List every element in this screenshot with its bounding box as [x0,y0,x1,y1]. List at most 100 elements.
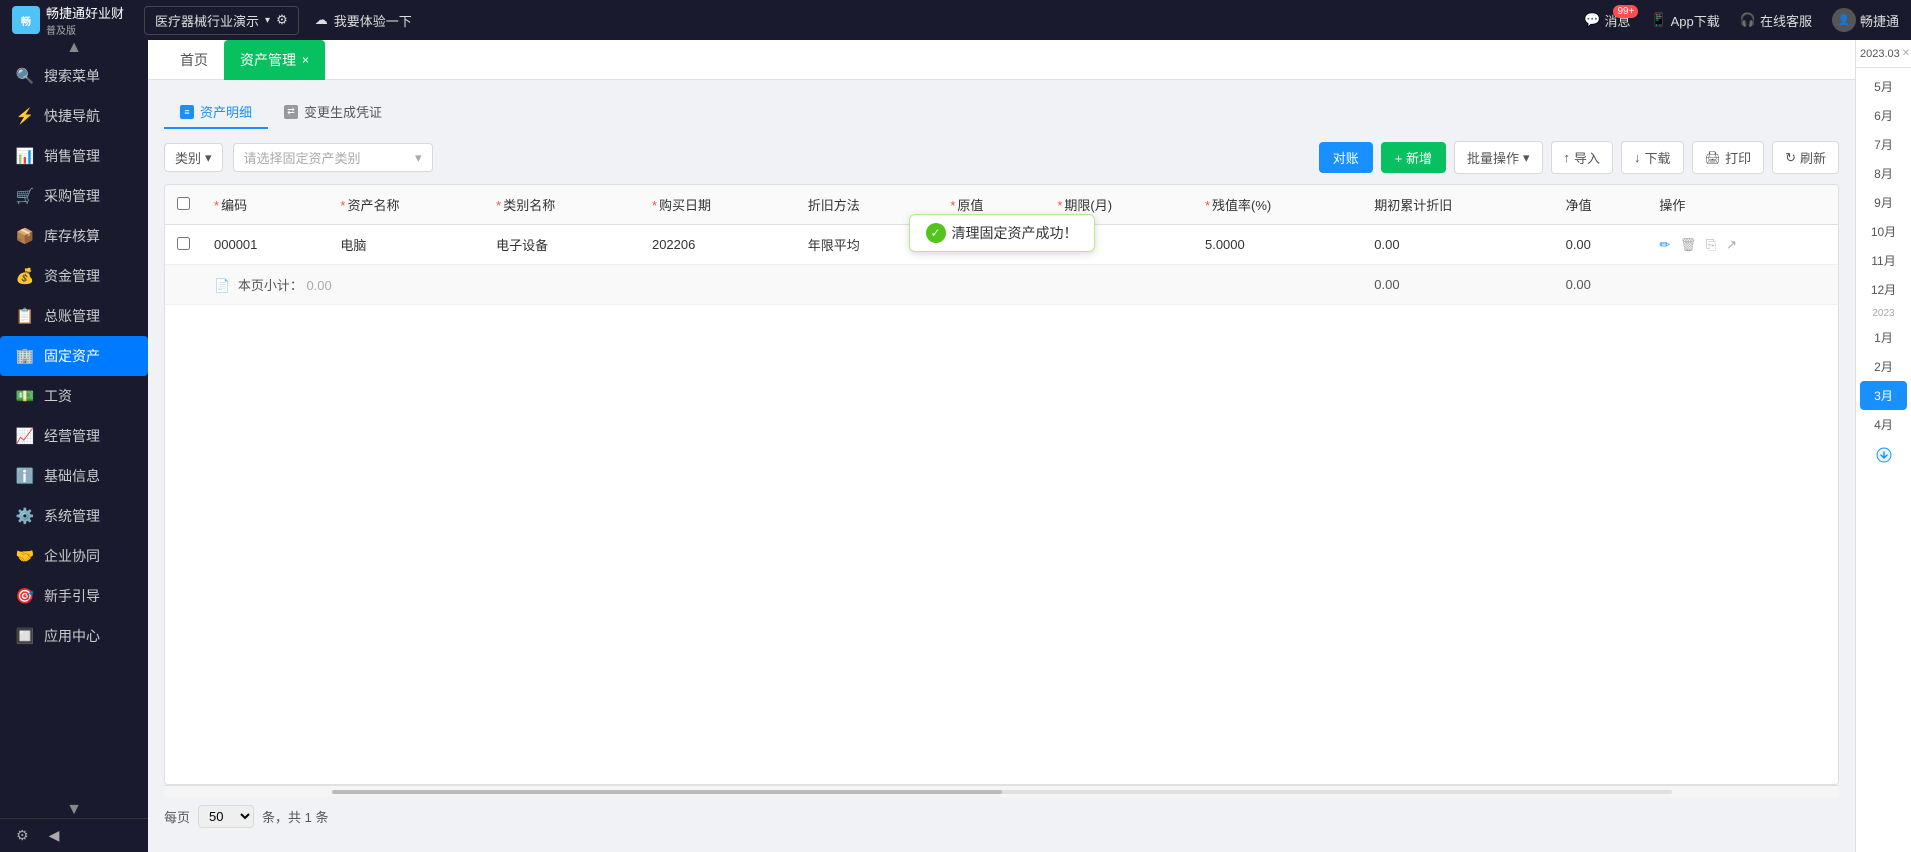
quick-nav-icon: ⚡ [16,107,34,125]
col-asset-name: *资产名称 [328,185,484,225]
sidebar-item-operations[interactable]: 📈 经营管理 [0,416,148,456]
topbar-right: 💬 消息 99+ 📱 App下载 🎧 在线客服 👤 畅捷通 [1584,8,1899,32]
sidebar-item-payroll[interactable]: 💵 工资 [0,376,148,416]
tab-home[interactable]: 首页 [164,40,224,80]
category-filter-dropdown[interactable]: 请选择固定资产类别 ▾ [233,143,433,172]
app-name: 畅捷通好业财 [46,3,124,22]
sidebar-item-search[interactable]: 🔍 搜索菜单 [0,56,148,96]
content-area: 首页 资产管理 × ≡ 资产明细 ⇄ 变更生成凭证 [148,40,1855,852]
cell-row-actions: ✏ 🗑 ⎘ ↗ [1647,225,1838,265]
timeline-month-2[interactable]: 2月 [1856,352,1911,381]
sidebar-item-inventory[interactable]: 📦 库存核算 [0,216,148,256]
sidebar-item-system[interactable]: ⚙️ 系统管理 [0,496,148,536]
timeline-month-5[interactable]: 5月 [1856,72,1911,101]
sidebar-scroll-up[interactable]: ▲ [0,40,148,56]
refresh-btn[interactable]: ↻ 刷新 [1772,141,1839,174]
sidebar-item-label: 企业协同 [44,546,100,566]
sub-tab-change-voucher[interactable]: ⇄ 变更生成凭证 [268,96,398,129]
timeline-month-12[interactable]: 12月 [1856,275,1911,304]
sidebar-item-label: 销售管理 [44,146,100,166]
download-btn[interactable]: ↓ 下载 [1621,141,1684,174]
sub-tab-asset-detail[interactable]: ≡ 资产明细 [164,96,268,129]
sidebar-item-label: 快捷导航 [44,106,100,126]
delete-icon[interactable]: 🗑 [1680,237,1697,252]
subtotal-net: 0.00 [1554,265,1648,305]
system-icon: ⚙️ [16,507,34,525]
sidebar-item-fixed-assets[interactable]: 🏢 固定资产 [0,336,148,376]
cell-net-value: 0.00 [1554,225,1648,265]
col-code: *编码 [202,185,328,225]
cell-code: 000001 [202,225,328,265]
timeline-month-11[interactable]: 11月 [1856,246,1911,275]
timeline-scroll-down-btn[interactable] [1876,447,1892,468]
sub-tab-label: 资产明细 [200,102,252,121]
sidebar-item-guide[interactable]: 🎯 新手引导 [0,576,148,616]
toast-container: ✓ 清理固定资产成功！ [909,214,1095,252]
download-icon: ↓ [1634,150,1641,165]
row-checkbox[interactable] [177,237,190,250]
app-edition: 普及版 [46,22,124,37]
timeline-month-10[interactable]: 10月 [1856,217,1911,246]
company-name: 医疗器械行业演示 [155,11,259,30]
balance-btn[interactable]: 对账 [1319,142,1373,173]
message-badge: 99+ [1613,5,1638,18]
toolbar: 类别 ▾ 请选择固定资产类别 ▾ 对账 + 新增 [164,141,1839,174]
timeline-month-6[interactable]: 6月 [1856,101,1911,130]
more-icon[interactable]: ↗ [1726,237,1737,252]
batch-btn[interactable]: 批量操作 ▾ [1454,141,1543,174]
sidebar-item-label: 系统管理 [44,506,100,526]
new-btn[interactable]: + 新增 [1381,142,1446,173]
sidebar-item-basic-info[interactable]: ℹ️ 基础信息 [0,456,148,496]
timeline-close-icon[interactable]: ✕ [1900,46,1911,61]
subtotal-icon: 📄 [214,278,230,293]
sidebar-item-sales[interactable]: 📊 销售管理 [0,136,148,176]
success-toast: ✓ 清理固定资产成功！ [909,214,1095,252]
timeline-header: 2023.03 ✕ ⤢ [1856,40,1911,68]
page-content: ≡ 资产明细 ⇄ 变更生成凭证 类别 ▾ 请选择固定资产类别 [148,80,1855,852]
timeline-month-7[interactable]: 7月 [1856,130,1911,159]
timeline-month-1[interactable]: 1月 [1856,323,1911,352]
category-filter-label[interactable]: 类别 ▾ [164,143,223,172]
user-profile[interactable]: 👤 畅捷通 [1832,8,1899,32]
tab-close-icon[interactable]: × [302,53,309,67]
print-btn[interactable]: 🖨 打印 [1692,141,1765,174]
sidebar-item-app-center[interactable]: 🔲 应用中心 [0,616,148,656]
tab-asset-management[interactable]: 资产管理 × [224,40,325,80]
edit-icon[interactable]: ✏ [1659,237,1670,252]
subtotal-original-value: 0.00 [306,278,331,293]
app-logo: 畅 畅捷通好业财 普及版 [12,3,124,37]
col-purchase-date: *购买日期 [640,185,796,225]
avatar: 👤 [1832,8,1856,32]
settings-icon[interactable]: ⚙ [276,12,288,28]
sidebar-scroll-down[interactable]: ▼ [0,802,148,818]
experience-btn[interactable]: ☁ 我要体验一下 [315,11,412,30]
timeline-month-3[interactable]: 3月 [1860,381,1907,410]
sidebar-item-label: 新手引导 [44,586,100,606]
sidebar-item-ledger[interactable]: 📋 总账管理 [0,296,148,336]
filter-chevron-icon: ▾ [205,150,212,166]
select-all-checkbox[interactable] [177,197,190,210]
page-size-select[interactable]: 50 100 200 [198,805,254,828]
cloud-icon: ☁ [315,12,328,28]
timeline-month-9[interactable]: 9月 [1856,188,1911,217]
company-selector[interactable]: 医疗器械行业演示 ▾ ⚙ [144,6,299,35]
sidebar-item-enterprise[interactable]: 🤝 企业协同 [0,536,148,576]
timeline-month-4[interactable]: 4月 [1856,410,1911,439]
sidebar-item-purchase[interactable]: 🛒 采购管理 [0,176,148,216]
sub-tabs: ≡ 资产明细 ⇄ 变更生成凭证 [164,96,1839,129]
sidebar-item-label: 总账管理 [44,306,100,326]
horizontal-scrollbar[interactable] [164,785,1839,797]
collapse-sidebar-icon[interactable]: ◀ [49,827,60,844]
online-service-btn[interactable]: 🎧 在线客服 [1740,11,1812,30]
import-btn[interactable]: ↑ 导入 [1551,141,1614,174]
messages-btn[interactable]: 💬 消息 99+ [1584,11,1630,30]
app-download-btn[interactable]: 📱 App下载 [1650,11,1719,30]
asset-detail-tab-icon: ≡ [180,105,194,119]
timeline-month-8[interactable]: 8月 [1856,159,1911,188]
sidebar-item-funds[interactable]: 💰 资金管理 [0,256,148,296]
sidebar-item-quick-nav[interactable]: ⚡ 快捷导航 [0,96,148,136]
settings-bottom-icon[interactable]: ⚙ [16,827,29,844]
copy-icon[interactable]: ⎘ [1706,237,1716,252]
sidebar-item-label: 经营管理 [44,426,100,446]
timeline-controls: ✕ ⤢ [1900,46,1911,61]
